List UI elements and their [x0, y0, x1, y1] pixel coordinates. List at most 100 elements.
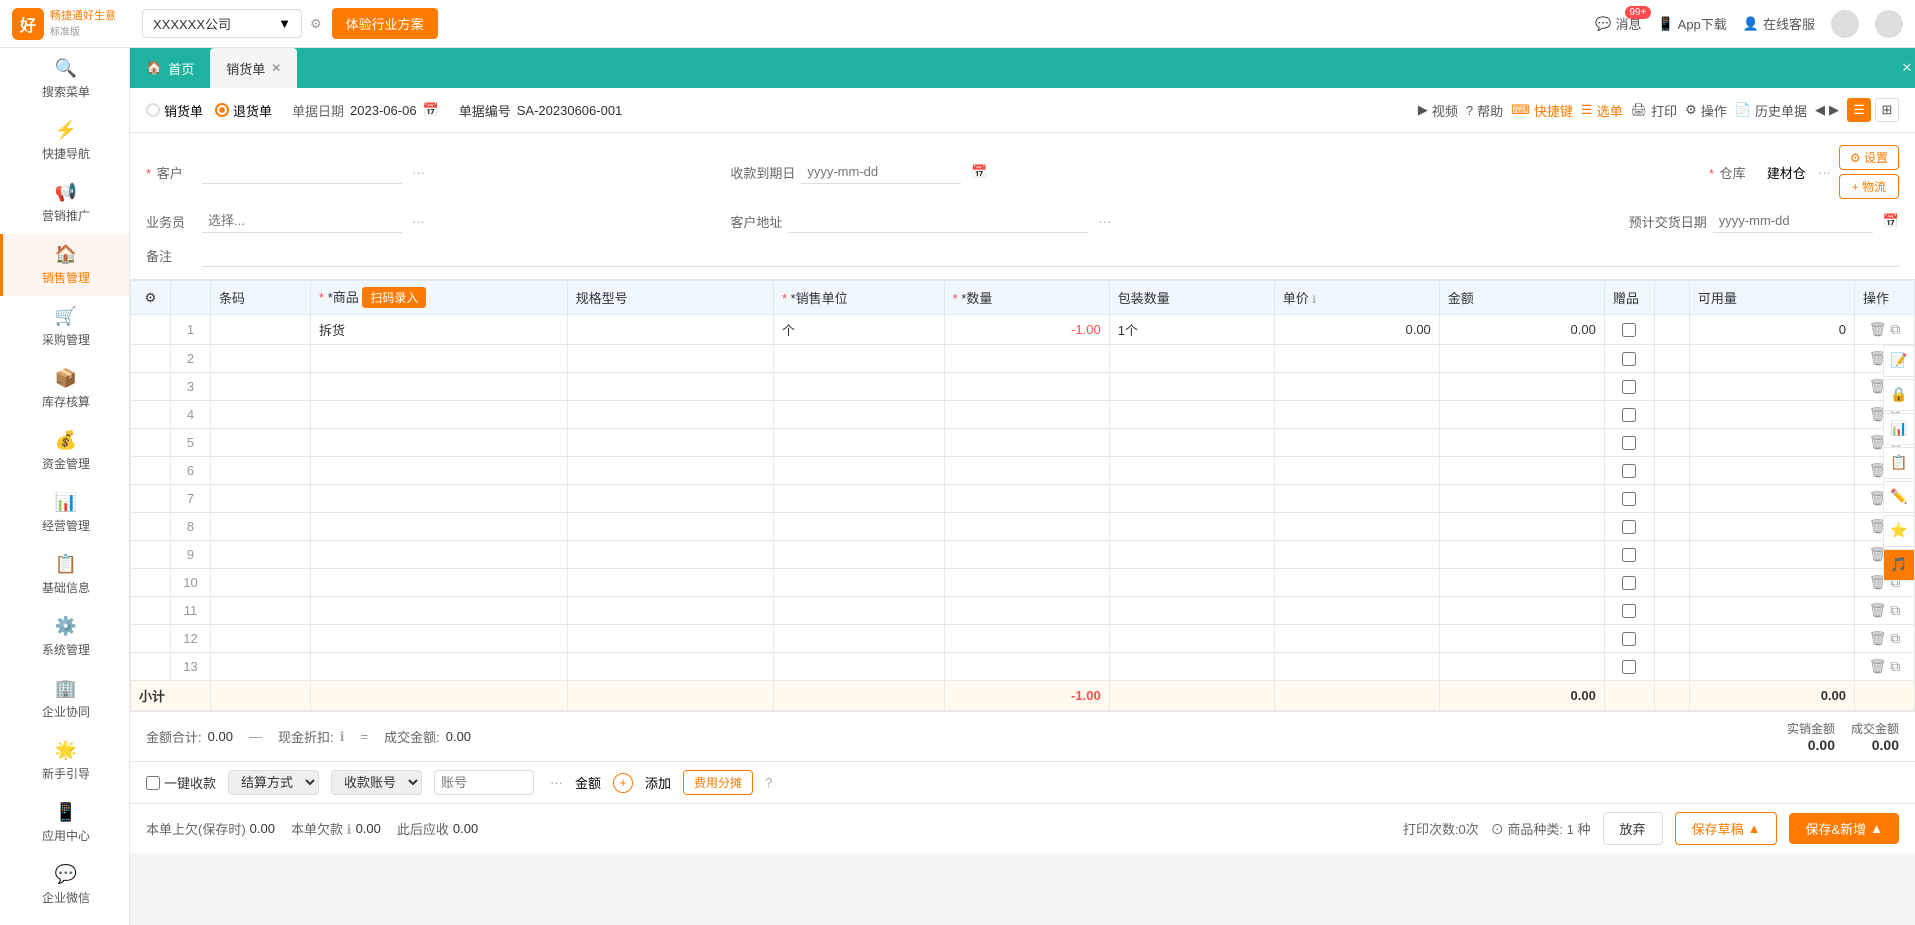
row-amount-11[interactable]: [1439, 625, 1604, 653]
row-pkg-1[interactable]: [1109, 345, 1274, 373]
row-price-5[interactable]: [1274, 457, 1439, 485]
row-gift-2[interactable]: [1604, 373, 1654, 401]
row-barcode-1[interactable]: [211, 345, 311, 373]
row-pkg-0[interactable]: 1个: [1109, 315, 1274, 345]
row-unit-2[interactable]: [773, 373, 944, 401]
save-draft-button[interactable]: 保存草稿 ▲: [1675, 812, 1778, 845]
row-qty-9[interactable]: [944, 569, 1109, 597]
save-new-button[interactable]: 保存&新增 ▲: [1789, 813, 1899, 844]
discard-button[interactable]: 放弃: [1603, 812, 1663, 845]
company-selector[interactable]: XXXXXX公司 ▼: [142, 9, 302, 38]
warehouse-more-icon[interactable]: ···: [1818, 165, 1831, 180]
account-more-icon[interactable]: ···: [550, 775, 563, 790]
row-gift-11[interactable]: [1604, 625, 1654, 653]
row-delete-btn-0[interactable]: 🗑: [1869, 321, 1887, 338]
address-more-icon[interactable]: ···: [1098, 214, 1111, 229]
row-pkg-8[interactable]: [1109, 541, 1274, 569]
row-unit-12[interactable]: [773, 653, 944, 681]
toolbar-print[interactable]: 🖨 打印: [1631, 101, 1678, 120]
row-price-6[interactable]: [1274, 485, 1439, 513]
row-unit-4[interactable]: [773, 429, 944, 457]
row-qty-8[interactable]: [944, 541, 1109, 569]
row-gift-7[interactable]: [1604, 513, 1654, 541]
row-amount-10[interactable]: [1439, 597, 1604, 625]
row-gift-4[interactable]: [1604, 429, 1654, 457]
fee-info-icon[interactable]: ?: [765, 775, 772, 790]
sidebar-search[interactable]: 🔍 搜索菜单: [0, 48, 129, 110]
row-qty-2[interactable]: [944, 373, 1109, 401]
row-pkg-4[interactable]: [1109, 429, 1274, 457]
row-unit-3[interactable]: [773, 401, 944, 429]
row-goods-11[interactable]: [311, 625, 568, 653]
row-unit-0[interactable]: 个: [773, 315, 944, 345]
setup-button[interactable]: ⚙ 设置: [1839, 145, 1899, 170]
row-goods-8[interactable]: [311, 541, 568, 569]
row-goods-1[interactable]: [311, 345, 568, 373]
row-goods-7[interactable]: [311, 513, 568, 541]
receive-date-input[interactable]: [801, 160, 961, 184]
rfb-icon1[interactable]: 📝: [1883, 345, 1915, 377]
row-qty-6[interactable]: [944, 485, 1109, 513]
sidebar-item-marketing[interactable]: 📢 营销推广: [0, 172, 129, 234]
receive-date-calendar-icon[interactable]: 📅: [971, 164, 987, 180]
row-unit-1[interactable]: [773, 345, 944, 373]
row-amount-2[interactable]: [1439, 373, 1604, 401]
remark-input[interactable]: [202, 243, 1899, 267]
logistics-button[interactable]: + 物流: [1839, 174, 1899, 199]
row-price-4[interactable]: [1274, 429, 1439, 457]
row-gift-5[interactable]: [1604, 457, 1654, 485]
rfb-icon7[interactable]: 🎵: [1883, 549, 1915, 581]
row-barcode-4[interactable]: [211, 429, 311, 457]
row-goods-5[interactable]: [311, 457, 568, 485]
row-goods-6[interactable]: [311, 485, 568, 513]
sidebar-item-enterprise[interactable]: 🏢 企业协同: [0, 668, 129, 730]
row-amount-0[interactable]: 0.00: [1439, 315, 1604, 345]
row-barcode-8[interactable]: [211, 541, 311, 569]
row-pkg-10[interactable]: [1109, 597, 1274, 625]
scan-button[interactable]: 扫码录入: [362, 287, 426, 308]
row-spec-6[interactable]: [567, 485, 773, 513]
row-barcode-0[interactable]: [211, 315, 311, 345]
avatar[interactable]: [1831, 10, 1859, 38]
toolbar-help[interactable]: ? 帮助: [1466, 101, 1503, 120]
row-price-3[interactable]: [1274, 401, 1439, 429]
row-unit-5[interactable]: [773, 457, 944, 485]
sidebar-item-capital[interactable]: 💰 资金管理: [0, 420, 129, 482]
row-qty-7[interactable]: [944, 513, 1109, 541]
row-price-8[interactable]: [1274, 541, 1439, 569]
row-barcode-7[interactable]: [211, 513, 311, 541]
toolbar-shortcut[interactable]: ⌨ 快捷键: [1511, 101, 1573, 120]
radio-sales-order[interactable]: 销货单: [146, 101, 203, 120]
expected-date-calendar-icon[interactable]: 📅: [1883, 213, 1899, 229]
row-qty-11[interactable]: [944, 625, 1109, 653]
row-pkg-9[interactable]: [1109, 569, 1274, 597]
owed-info-icon[interactable]: ℹ: [347, 822, 352, 837]
row-price-9[interactable]: [1274, 569, 1439, 597]
row-goods-0[interactable]: 拆货: [311, 315, 568, 345]
row-barcode-6[interactable]: [211, 485, 311, 513]
message-item[interactable]: 💬 消息 99+: [1595, 14, 1641, 33]
row-qty-5[interactable]: [944, 457, 1109, 485]
row-price-7[interactable]: [1274, 513, 1439, 541]
th-settings[interactable]: ⚙: [131, 281, 171, 315]
row-unit-9[interactable]: [773, 569, 944, 597]
row-gift-0[interactable]: [1604, 315, 1654, 345]
avatar-extra[interactable]: [1875, 10, 1903, 38]
nav-prev-icon[interactable]: ◀: [1815, 102, 1825, 118]
row-price-11[interactable]: [1274, 625, 1439, 653]
row-pkg-3[interactable]: [1109, 401, 1274, 429]
row-barcode-9[interactable]: [211, 569, 311, 597]
row-spec-11[interactable]: [567, 625, 773, 653]
row-unit-11[interactable]: [773, 625, 944, 653]
row-copy-btn-10[interactable]: ⧉: [1890, 602, 1900, 619]
row-spec-7[interactable]: [567, 513, 773, 541]
one-click-payment-check[interactable]: 一键收款: [146, 773, 216, 792]
account-number-input[interactable]: [434, 770, 534, 795]
row-unit-6[interactable]: [773, 485, 944, 513]
settings-icon[interactable]: ⚙: [310, 16, 322, 32]
account-select[interactable]: 收款账号: [331, 770, 422, 795]
row-pkg-5[interactable]: [1109, 457, 1274, 485]
row-copy-btn-12[interactable]: ⧉: [1890, 658, 1900, 675]
app-download-item[interactable]: 📱 App下载: [1657, 14, 1726, 33]
row-spec-3[interactable]: [567, 401, 773, 429]
